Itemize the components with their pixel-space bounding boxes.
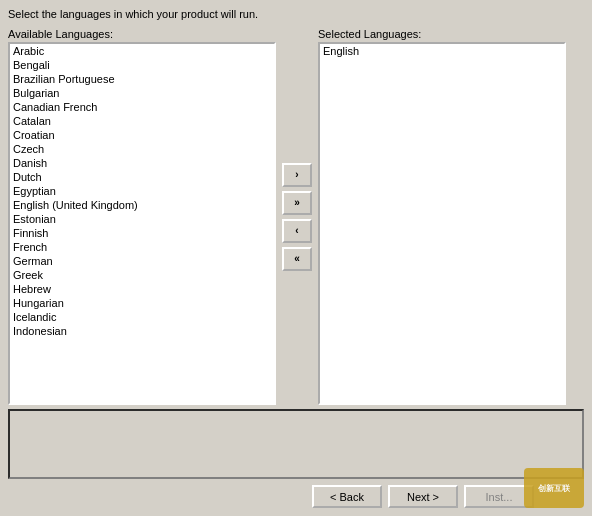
add-all-button[interactable]: » bbox=[282, 191, 312, 215]
list-item[interactable]: Estonian bbox=[10, 212, 274, 226]
list-item[interactable]: Arabic bbox=[10, 44, 274, 58]
list-item[interactable]: French bbox=[10, 240, 274, 254]
main-container: Select the languages in which your produ… bbox=[0, 0, 592, 516]
list-item[interactable]: Catalan bbox=[10, 114, 274, 128]
selected-languages-listbox[interactable]: English bbox=[318, 42, 566, 405]
info-box bbox=[8, 409, 584, 479]
list-item[interactable]: Hebrew bbox=[10, 282, 274, 296]
list-item[interactable]: Czech bbox=[10, 142, 274, 156]
list-item[interactable]: English (United Kingdom) bbox=[10, 198, 274, 212]
transfer-buttons-section: › » ‹ « bbox=[276, 28, 318, 405]
list-item[interactable]: Indonesian bbox=[10, 324, 274, 338]
list-item[interactable]: Icelandic bbox=[10, 310, 274, 324]
list-item[interactable]: English bbox=[320, 44, 564, 58]
button-row: < Back Next > Inst... bbox=[8, 485, 584, 508]
add-one-button[interactable]: › bbox=[282, 163, 312, 187]
back-button[interactable]: < Back bbox=[312, 485, 382, 508]
remove-one-button[interactable]: ‹ bbox=[282, 219, 312, 243]
next-button[interactable]: Next > bbox=[388, 485, 458, 508]
list-item[interactable]: Finnish bbox=[10, 226, 274, 240]
instruction-text: Select the languages in which your produ… bbox=[8, 8, 584, 20]
watermark: 创新互联 bbox=[524, 468, 584, 508]
available-languages-listbox[interactable]: ArabicBengaliBrazilian PortugueseBulgari… bbox=[8, 42, 276, 405]
list-item[interactable]: Greek bbox=[10, 268, 274, 282]
list-item[interactable]: Egyptian bbox=[10, 184, 274, 198]
lists-area: Available Languages: ArabicBengaliBrazil… bbox=[8, 28, 584, 405]
list-item[interactable]: Canadian French bbox=[10, 100, 274, 114]
list-item[interactable]: Brazilian Portuguese bbox=[10, 72, 274, 86]
list-item[interactable]: Hungarian bbox=[10, 296, 274, 310]
list-item[interactable]: Danish bbox=[10, 156, 274, 170]
selected-languages-label: Selected Languages: bbox=[318, 28, 566, 40]
remove-all-button[interactable]: « bbox=[282, 247, 312, 271]
list-item[interactable]: Dutch bbox=[10, 170, 274, 184]
list-item[interactable]: German bbox=[10, 254, 274, 268]
list-item[interactable]: Bengali bbox=[10, 58, 274, 72]
available-languages-label: Available Languages: bbox=[8, 28, 276, 40]
selected-languages-section: Selected Languages: English bbox=[318, 28, 566, 405]
bottom-area: < Back Next > Inst... bbox=[8, 409, 584, 508]
available-languages-section: Available Languages: ArabicBengaliBrazil… bbox=[8, 28, 276, 405]
list-item[interactable]: Croatian bbox=[10, 128, 274, 142]
list-item[interactable]: Bulgarian bbox=[10, 86, 274, 100]
